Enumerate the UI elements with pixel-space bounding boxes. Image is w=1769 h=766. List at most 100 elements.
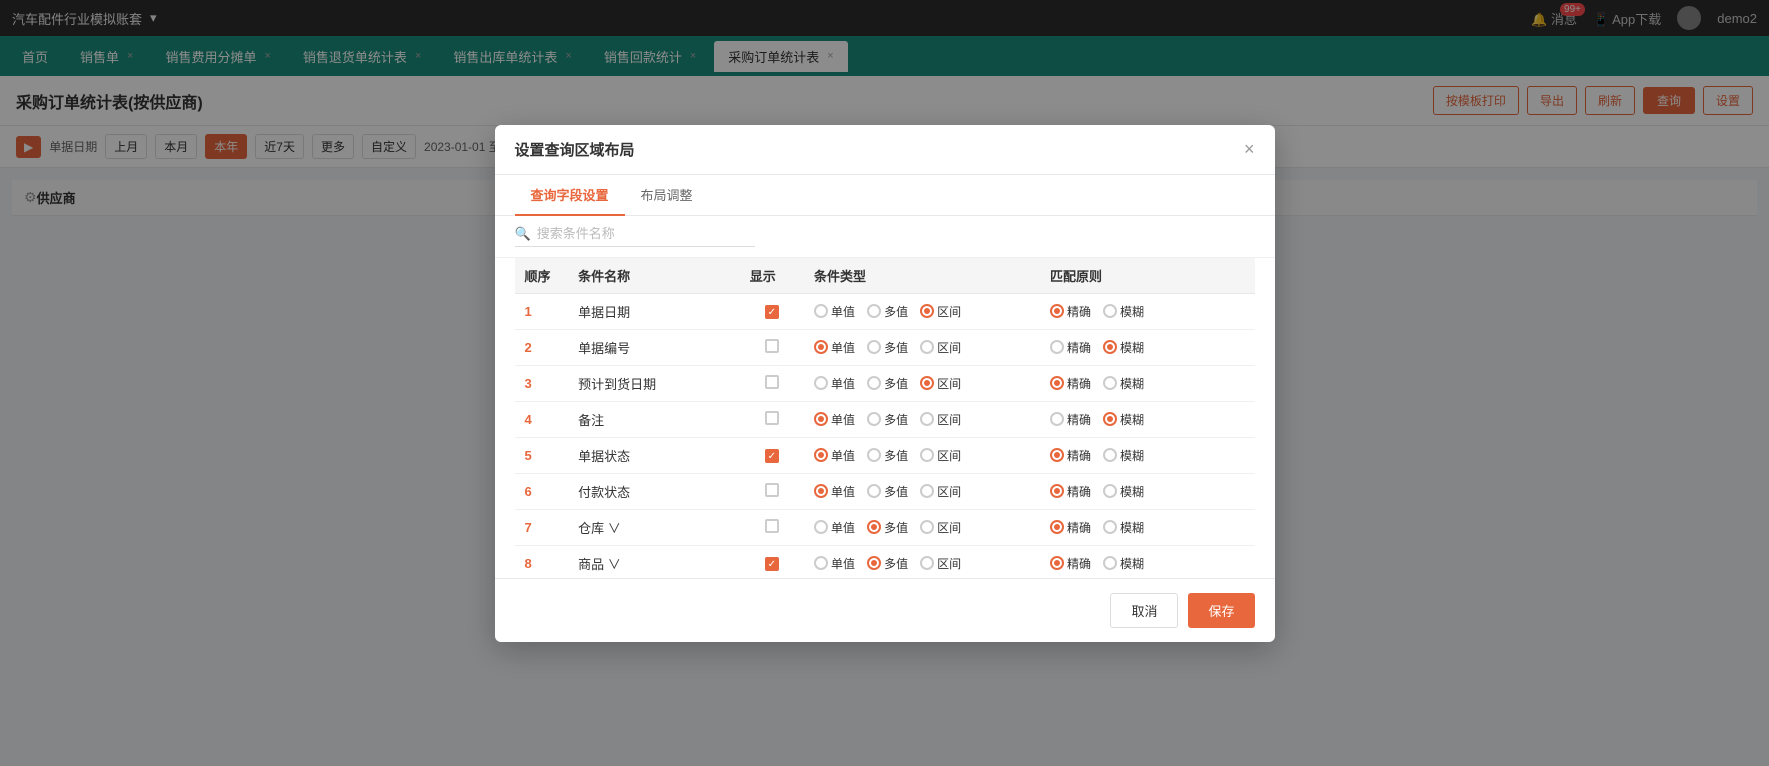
match-radio-group: 精确 模糊	[1050, 447, 1245, 464]
radio-label: 多值	[884, 303, 908, 320]
match-radio-精确[interactable]: 精确	[1050, 339, 1091, 356]
type-radio-区间[interactable]: 区间	[920, 339, 961, 356]
show-checkbox[interactable]	[765, 411, 779, 425]
modal-tab-layout[interactable]: 布局调整	[625, 175, 709, 216]
radio-circle	[867, 520, 881, 534]
modal-search-area: 🔍	[495, 216, 1275, 258]
radio-label: 区间	[937, 303, 961, 320]
show-checkbox[interactable]	[765, 339, 779, 353]
match-radio-精确[interactable]: 精确	[1050, 411, 1091, 428]
type-radio-区间[interactable]: 区间	[920, 447, 961, 464]
type-radio-多值[interactable]: 多值	[867, 483, 908, 500]
match-radio-group: 精确 模糊	[1050, 339, 1245, 356]
match-radio-模糊[interactable]: 模糊	[1103, 519, 1144, 536]
row-type-cell: 单值 多值 区间	[804, 545, 1040, 578]
type-radio-多值[interactable]: 多值	[867, 411, 908, 428]
match-radio-精确[interactable]: 精确	[1050, 375, 1091, 392]
type-radio-区间[interactable]: 区间	[920, 555, 961, 572]
radio-circle	[1103, 340, 1117, 354]
radio-label: 单值	[831, 411, 855, 428]
radio-circle	[1050, 484, 1064, 498]
modal-tab-query-fields[interactable]: 查询字段设置	[515, 175, 625, 216]
radio-circle	[867, 556, 881, 570]
radio-circle	[1103, 376, 1117, 390]
radio-label: 单值	[831, 555, 855, 572]
match-radio-模糊[interactable]: 模糊	[1103, 339, 1144, 356]
match-radio-模糊[interactable]: 模糊	[1103, 483, 1144, 500]
modal-footer: 取消 保存	[495, 578, 1275, 642]
show-checkbox[interactable]: ✓	[765, 449, 779, 463]
match-radio-精确[interactable]: 精确	[1050, 303, 1091, 320]
radio-circle	[814, 448, 828, 462]
type-radio-区间[interactable]: 区间	[920, 519, 961, 536]
radio-label: 单值	[831, 339, 855, 356]
show-checkbox[interactable]: ✓	[765, 305, 779, 319]
type-radio-区间[interactable]: 区间	[920, 411, 961, 428]
type-radio-单值[interactable]: 单值	[814, 483, 855, 500]
type-radio-单值[interactable]: 单值	[814, 339, 855, 356]
type-radio-区间[interactable]: 区间	[920, 483, 961, 500]
save-button[interactable]: 保存	[1188, 593, 1254, 628]
radio-circle	[814, 340, 828, 354]
match-radio-模糊[interactable]: 模糊	[1103, 411, 1144, 428]
row-name-cell: 商品 ∨	[568, 545, 740, 578]
radio-label: 精确	[1067, 411, 1091, 428]
row-match-cell: 精确 模糊	[1040, 545, 1255, 578]
show-checkbox[interactable]	[765, 375, 779, 389]
type-radio-多值[interactable]: 多值	[867, 339, 908, 356]
type-radio-单值[interactable]: 单值	[814, 555, 855, 572]
type-radio-多值[interactable]: 多值	[867, 447, 908, 464]
radio-circle	[920, 484, 934, 498]
type-radio-多值[interactable]: 多值	[867, 375, 908, 392]
row-seq: 7	[515, 509, 569, 545]
radio-label: 精确	[1067, 375, 1091, 392]
radio-label: 精确	[1067, 555, 1091, 572]
type-radio-多值[interactable]: 多值	[867, 519, 908, 536]
radio-circle	[867, 412, 881, 426]
row-name: 单据编号	[578, 341, 630, 356]
type-radio-group: 单值 多值 区间	[814, 339, 1030, 356]
match-radio-精确[interactable]: 精确	[1050, 519, 1091, 536]
modal-search-input[interactable]	[537, 226, 755, 241]
radio-label: 区间	[937, 519, 961, 536]
show-checkbox[interactable]	[765, 483, 779, 497]
radio-label: 多值	[884, 375, 908, 392]
match-radio-模糊[interactable]: 模糊	[1103, 303, 1144, 320]
type-radio-group: 单值 多值 区间	[814, 303, 1030, 320]
match-radio-模糊[interactable]: 模糊	[1103, 375, 1144, 392]
radio-circle	[1103, 448, 1117, 462]
match-radio-精确[interactable]: 精确	[1050, 483, 1091, 500]
seq-number: 5	[525, 448, 532, 463]
type-radio-单值[interactable]: 单值	[814, 519, 855, 536]
show-checkbox[interactable]	[765, 519, 779, 533]
type-radio-单值[interactable]: 单值	[814, 411, 855, 428]
match-radio-精确[interactable]: 精确	[1050, 447, 1091, 464]
type-radio-多值[interactable]: 多值	[867, 303, 908, 320]
row-match-cell: 精确 模糊	[1040, 437, 1255, 473]
row-seq: 4	[515, 401, 569, 437]
radio-circle	[1103, 412, 1117, 426]
type-radio-多值[interactable]: 多值	[867, 555, 908, 572]
radio-label: 单值	[831, 375, 855, 392]
type-radio-单值[interactable]: 单值	[814, 447, 855, 464]
th-seq: 顺序	[515, 258, 569, 294]
type-radio-单值[interactable]: 单值	[814, 375, 855, 392]
modal-close-btn[interactable]: ×	[1244, 139, 1255, 160]
type-radio-区间[interactable]: 区间	[920, 303, 961, 320]
radio-circle	[867, 340, 881, 354]
show-checkbox[interactable]: ✓	[765, 557, 779, 571]
radio-circle	[814, 412, 828, 426]
type-radio-单值[interactable]: 单值	[814, 303, 855, 320]
radio-circle	[920, 304, 934, 318]
modal-table: 顺序 条件名称 显示 条件类型 匹配原则 1单据日期✓ 单值 多值	[515, 258, 1255, 578]
match-radio-精确[interactable]: 精确	[1050, 555, 1091, 572]
match-radio-模糊[interactable]: 模糊	[1103, 447, 1144, 464]
cancel-button[interactable]: 取消	[1110, 593, 1178, 628]
type-radio-group: 单值 多值 区间	[814, 411, 1030, 428]
match-radio-模糊[interactable]: 模糊	[1103, 555, 1144, 572]
type-radio-区间[interactable]: 区间	[920, 375, 961, 392]
match-radio-group: 精确 模糊	[1050, 555, 1245, 572]
modal-table-wrap: 顺序 条件名称 显示 条件类型 匹配原则 1单据日期✓ 单值 多值	[495, 258, 1275, 578]
row-type-cell: 单值 多值 区间	[804, 401, 1040, 437]
modal-title: 设置查询区域布局	[515, 139, 635, 160]
